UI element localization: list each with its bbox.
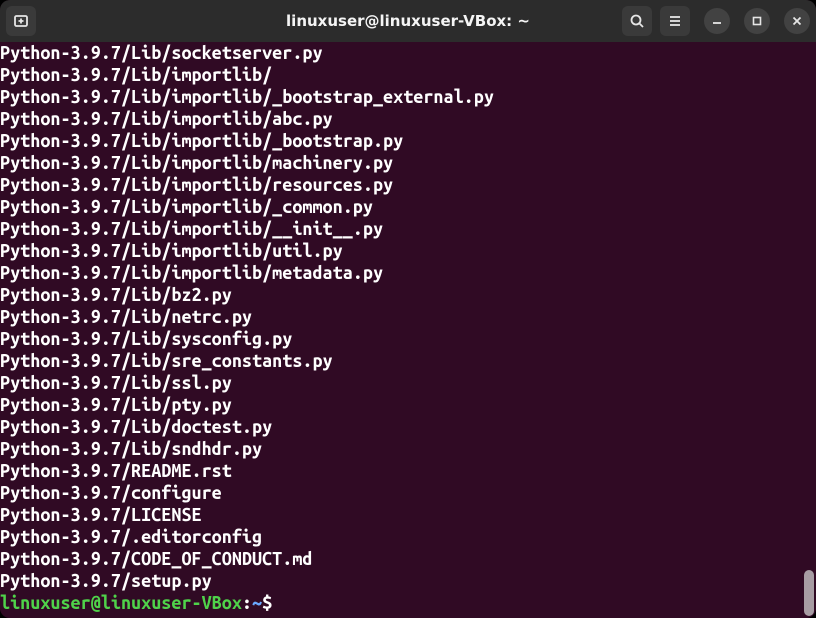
new-tab-button[interactable]: [6, 6, 36, 36]
close-icon: [791, 15, 803, 27]
output-line: Python-3.9.7/configure: [0, 482, 816, 504]
close-button[interactable]: [784, 8, 810, 34]
prompt-user-host: linuxuser@linuxuser-VBox: [0, 593, 242, 613]
output-line: Python-3.9.7/Lib/importlib/machinery.py: [0, 152, 816, 174]
prompt-colon: :: [242, 593, 252, 613]
prompt-line[interactable]: linuxuser@linuxuser-VBox:~$: [0, 592, 816, 614]
output-line: Python-3.9.7/Lib/importlib/abc.py: [0, 108, 816, 130]
output-line: Python-3.9.7/Lib/ssl.py: [0, 372, 816, 394]
maximize-button[interactable]: [744, 8, 770, 34]
output-line: Python-3.9.7/Lib/sysconfig.py: [0, 328, 816, 350]
output-line: Python-3.9.7/Lib/importlib/util.py: [0, 240, 816, 262]
output-line: Python-3.9.7/Lib/importlib/_bootstrap_ex…: [0, 86, 816, 108]
output-line: Python-3.9.7/Lib/doctest.py: [0, 416, 816, 438]
terminal-area[interactable]: Python-3.9.7/Lib/socketserver.pyPython-3…: [0, 42, 816, 618]
titlebar: linuxuser@linuxuser-VBox: ~: [0, 0, 816, 42]
minimize-button[interactable]: [704, 8, 730, 34]
prompt-path: ~: [252, 593, 262, 613]
output-line: Python-3.9.7/CODE_OF_CONDUCT.md: [0, 548, 816, 570]
output-line: Python-3.9.7/Lib/netrc.py: [0, 306, 816, 328]
output-line: Python-3.9.7/Lib/importlib/metadata.py: [0, 262, 816, 284]
menu-button[interactable]: [660, 6, 690, 36]
search-icon: [629, 13, 645, 29]
output-line: Python-3.9.7/setup.py: [0, 570, 816, 592]
output-line: Python-3.9.7/Lib/importlib/__init__.py: [0, 218, 816, 240]
output-line: Python-3.9.7/LICENSE: [0, 504, 816, 526]
scrollbar-thumb[interactable]: [804, 570, 814, 616]
output-line: Python-3.9.7/Lib/bz2.py: [0, 284, 816, 306]
scrollbar[interactable]: [804, 42, 814, 616]
output-line: Python-3.9.7/Lib/importlib/_bootstrap.py: [0, 130, 816, 152]
prompt-dollar: $: [262, 593, 282, 613]
maximize-icon: [751, 15, 763, 27]
output-line: Python-3.9.7/Lib/importlib/_common.py: [0, 196, 816, 218]
output-line: Python-3.9.7/Lib/pty.py: [0, 394, 816, 416]
output-line: Python-3.9.7/README.rst: [0, 460, 816, 482]
terminal-output: Python-3.9.7/Lib/socketserver.pyPython-3…: [0, 42, 816, 614]
output-line: Python-3.9.7/Lib/sndhdr.py: [0, 438, 816, 460]
terminal-window: linuxuser@linuxuser-VBox: ~: [0, 0, 816, 618]
minimize-icon: [711, 15, 723, 27]
output-line: Python-3.9.7/Lib/importlib/: [0, 64, 816, 86]
output-line: Python-3.9.7/.editorconfig: [0, 526, 816, 548]
output-line: Python-3.9.7/Lib/importlib/resources.py: [0, 174, 816, 196]
output-line: Python-3.9.7/Lib/sre_constants.py: [0, 350, 816, 372]
hamburger-icon: [667, 13, 683, 29]
search-button[interactable]: [622, 6, 652, 36]
output-line: Python-3.9.7/Lib/socketserver.py: [0, 42, 816, 64]
